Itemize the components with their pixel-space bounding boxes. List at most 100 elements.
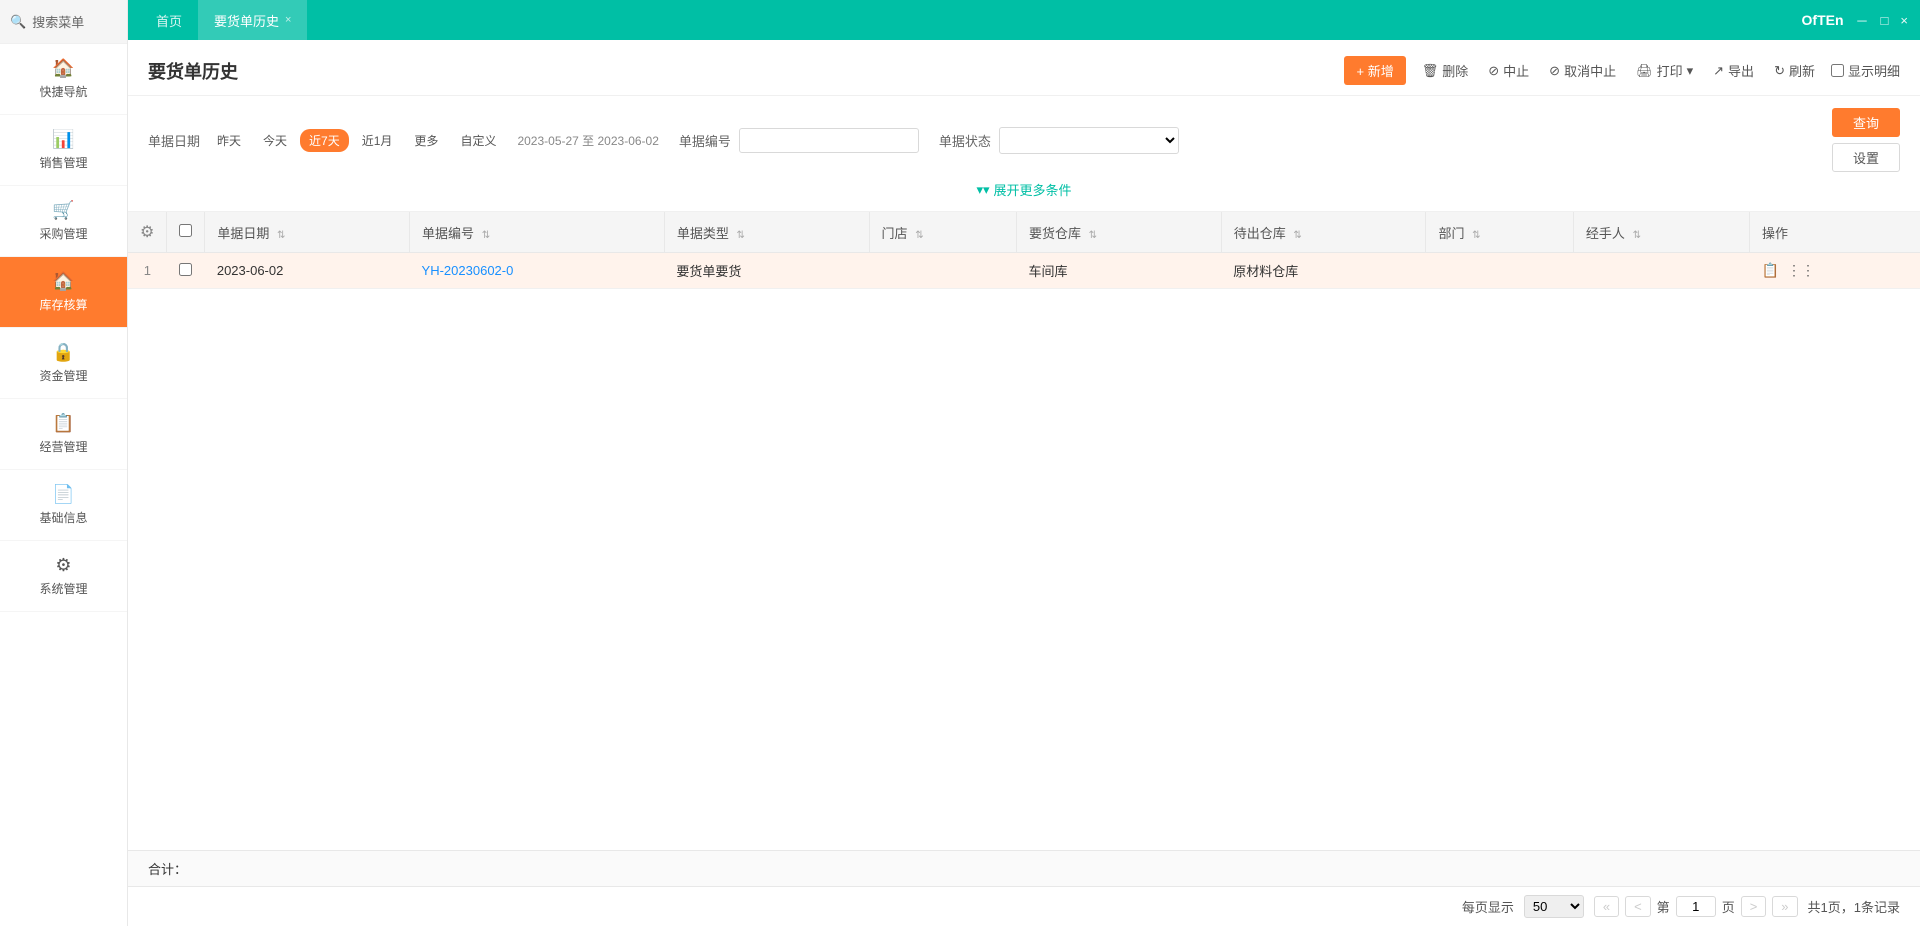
- row-checkbox[interactable]: [179, 263, 192, 276]
- sidebar-item-finance[interactable]: 🔒 资金管理: [0, 328, 127, 399]
- sidebar-item-system[interactable]: ⚙ 系统管理: [0, 541, 127, 612]
- tab-requisition-history[interactable]: 要货单历史 ×: [198, 0, 307, 40]
- date-btn-custom[interactable]: 自定义: [451, 129, 505, 152]
- col-order-type-label: 单据类型: [677, 226, 729, 241]
- date-btn-more[interactable]: 更多: [405, 129, 447, 152]
- expand-filter-btn[interactable]: ▾▾ 展开更多条件: [976, 180, 1071, 199]
- tab-home-label: 首页: [156, 11, 182, 30]
- sidebar-item-label: 采购管理: [39, 225, 87, 242]
- setting-button[interactable]: 设置: [1832, 143, 1900, 172]
- col-store-label: 门店: [882, 226, 908, 241]
- order-no-input[interactable]: [739, 128, 919, 153]
- sidebar-item-basic[interactable]: 📄 基础信息: [0, 470, 127, 541]
- col-order-no: 单据编号 ⇅: [410, 212, 665, 253]
- order-no-label: 单据编号: [679, 131, 731, 150]
- prev-page-btn[interactable]: <: [1625, 896, 1651, 917]
- search-icon: 🔍: [10, 14, 26, 30]
- new-button[interactable]: + 新增: [1344, 56, 1405, 85]
- delete-button[interactable]: 🗑 删除: [1418, 59, 1473, 82]
- row-num: 1: [128, 253, 167, 289]
- col-action-label: 操作: [1762, 226, 1788, 241]
- table-row: 1 2023-06-02 YH-20230602-0 要货单要货 车间库 原材料…: [128, 253, 1920, 289]
- system-icon: ⚙: [55, 555, 71, 576]
- col-settings-icon[interactable]: ⚙: [140, 224, 154, 241]
- row-order-no: YH-20230602-0: [410, 253, 665, 289]
- status-select[interactable]: [999, 127, 1179, 154]
- date-btn-7days[interactable]: 近7天: [300, 129, 349, 152]
- window-close-btn[interactable]: ×: [1900, 13, 1908, 28]
- col-order-no-sort-icon[interactable]: ⇅: [482, 230, 490, 241]
- window-minimize-btn[interactable]: －: [1856, 11, 1869, 30]
- stop-button[interactable]: ⊘ 中止: [1484, 59, 1533, 82]
- row-handler: [1573, 253, 1749, 289]
- tab-home[interactable]: 首页: [140, 0, 198, 40]
- expand-label: 展开更多条件: [994, 180, 1072, 199]
- col-req-warehouse-sort-icon[interactable]: ⇅: [1089, 230, 1097, 241]
- cancel-stop-icon: ⊘: [1549, 63, 1560, 79]
- col-order-no-label: 单据编号: [422, 226, 474, 241]
- row-more-icon[interactable]: ⋮⋮: [1787, 262, 1815, 279]
- main-area: 首页 要货单历史 × OfTEn － □ × 要货单历史 + 新增 🗑 删除 ⊘: [128, 0, 1920, 926]
- sidebar-search[interactable]: 🔍 搜索菜单: [0, 0, 127, 44]
- display-cell-checkbox[interactable]: [1831, 64, 1844, 77]
- sidebar-item-label: 资金管理: [39, 367, 87, 384]
- next-page-btn[interactable]: >: [1741, 896, 1767, 917]
- select-all-checkbox[interactable]: [179, 224, 192, 237]
- print-button[interactable]: 🖨 打印 ▾: [1632, 59, 1697, 82]
- order-no-filter-group: 单据编号: [679, 128, 919, 153]
- row-store: [869, 253, 1016, 289]
- sidebar-item-sales[interactable]: 📊 销售管理: [0, 115, 127, 186]
- window-maximize-btn[interactable]: □: [1881, 13, 1889, 28]
- filter-actions: 查询 设置: [1832, 108, 1900, 172]
- col-date-label: 单据日期: [217, 226, 269, 241]
- per-page-select[interactable]: 10 20 50 100: [1524, 895, 1584, 918]
- page-nav: « < 第 页 > »: [1594, 896, 1798, 917]
- cancel-stop-label: 取消中止: [1564, 61, 1616, 80]
- date-buttons: 昨天 今天 近7天 近1月 更多 自定义: [208, 129, 505, 152]
- status-label: 单据状态: [939, 131, 991, 150]
- col-order-type-sort-icon[interactable]: ⇅: [736, 230, 744, 241]
- row-edit-icon[interactable]: 📋: [1762, 262, 1779, 279]
- sidebar-item-purchase[interactable]: 🛒 采购管理: [0, 186, 127, 257]
- first-page-btn[interactable]: «: [1594, 896, 1619, 917]
- sidebar-item-label: 系统管理: [39, 580, 87, 597]
- page-number-input[interactable]: [1676, 896, 1716, 917]
- export-button[interactable]: ↗ 导出: [1709, 59, 1758, 82]
- col-handler-sort-icon[interactable]: ⇅: [1633, 230, 1641, 241]
- sidebar-item-operations[interactable]: 📋 经营管理: [0, 399, 127, 470]
- date-btn-yesterday[interactable]: 昨天: [208, 129, 250, 152]
- refresh-button[interactable]: ↻ 刷新: [1770, 59, 1819, 82]
- col-department-sort-icon[interactable]: ⇅: [1472, 230, 1480, 241]
- last-page-btn[interactable]: »: [1772, 896, 1797, 917]
- sidebar-item-inventory[interactable]: 🏠 库存核算: [0, 257, 127, 328]
- content-area: 要货单历史 + 新增 🗑 删除 ⊘ 中止 ⊘ 取消中止 🖨 打印: [128, 40, 1920, 926]
- refresh-icon: ↻: [1774, 63, 1785, 79]
- cancel-stop-button[interactable]: ⊘ 取消中止: [1545, 59, 1620, 82]
- row-order-no-link[interactable]: YH-20230602-0: [422, 263, 514, 278]
- print-dropdown-icon: ▾: [1687, 63, 1694, 79]
- date-filter-group: 单据日期 昨天 今天 近7天 近1月 更多 自定义 2023-05-27 至 2…: [148, 129, 659, 152]
- date-btn-today[interactable]: 今天: [254, 129, 296, 152]
- tab-close-icon[interactable]: ×: [285, 14, 291, 26]
- col-store-sort-icon[interactable]: ⇅: [915, 230, 923, 241]
- page-title: 要货单历史: [148, 58, 238, 84]
- col-pending-warehouse-sort-icon[interactable]: ⇅: [1293, 230, 1301, 241]
- date-btn-1month[interactable]: 近1月: [353, 129, 402, 152]
- sidebar-item-shortcuts[interactable]: 🏠 快捷导航: [0, 44, 127, 115]
- display-cell-btn[interactable]: 显示明细: [1831, 61, 1900, 80]
- col-checkbox: [167, 212, 205, 253]
- data-table: ⚙ 单据日期 ⇅ 单据编号 ⇅: [128, 212, 1920, 289]
- page-header: 要货单历史 + 新增 🗑 删除 ⊘ 中止 ⊘ 取消中止 🖨 打印: [128, 40, 1920, 96]
- inventory-icon: 🏠: [52, 271, 74, 292]
- page-info: 共1页，1条记录: [1808, 897, 1900, 916]
- export-label: 导出: [1728, 61, 1754, 80]
- col-handler: 经手人 ⇅: [1573, 212, 1749, 253]
- query-button[interactable]: 查询: [1832, 108, 1900, 137]
- shortcuts-icon: 🏠: [52, 58, 74, 79]
- table-footer: 合计：: [128, 850, 1920, 886]
- delete-icon: 🗑: [1422, 63, 1439, 79]
- col-date: 单据日期 ⇅: [205, 212, 410, 253]
- col-date-sort-icon[interactable]: ⇅: [277, 230, 285, 241]
- operations-icon: 📋: [52, 413, 74, 434]
- stop-label: 中止: [1503, 61, 1529, 80]
